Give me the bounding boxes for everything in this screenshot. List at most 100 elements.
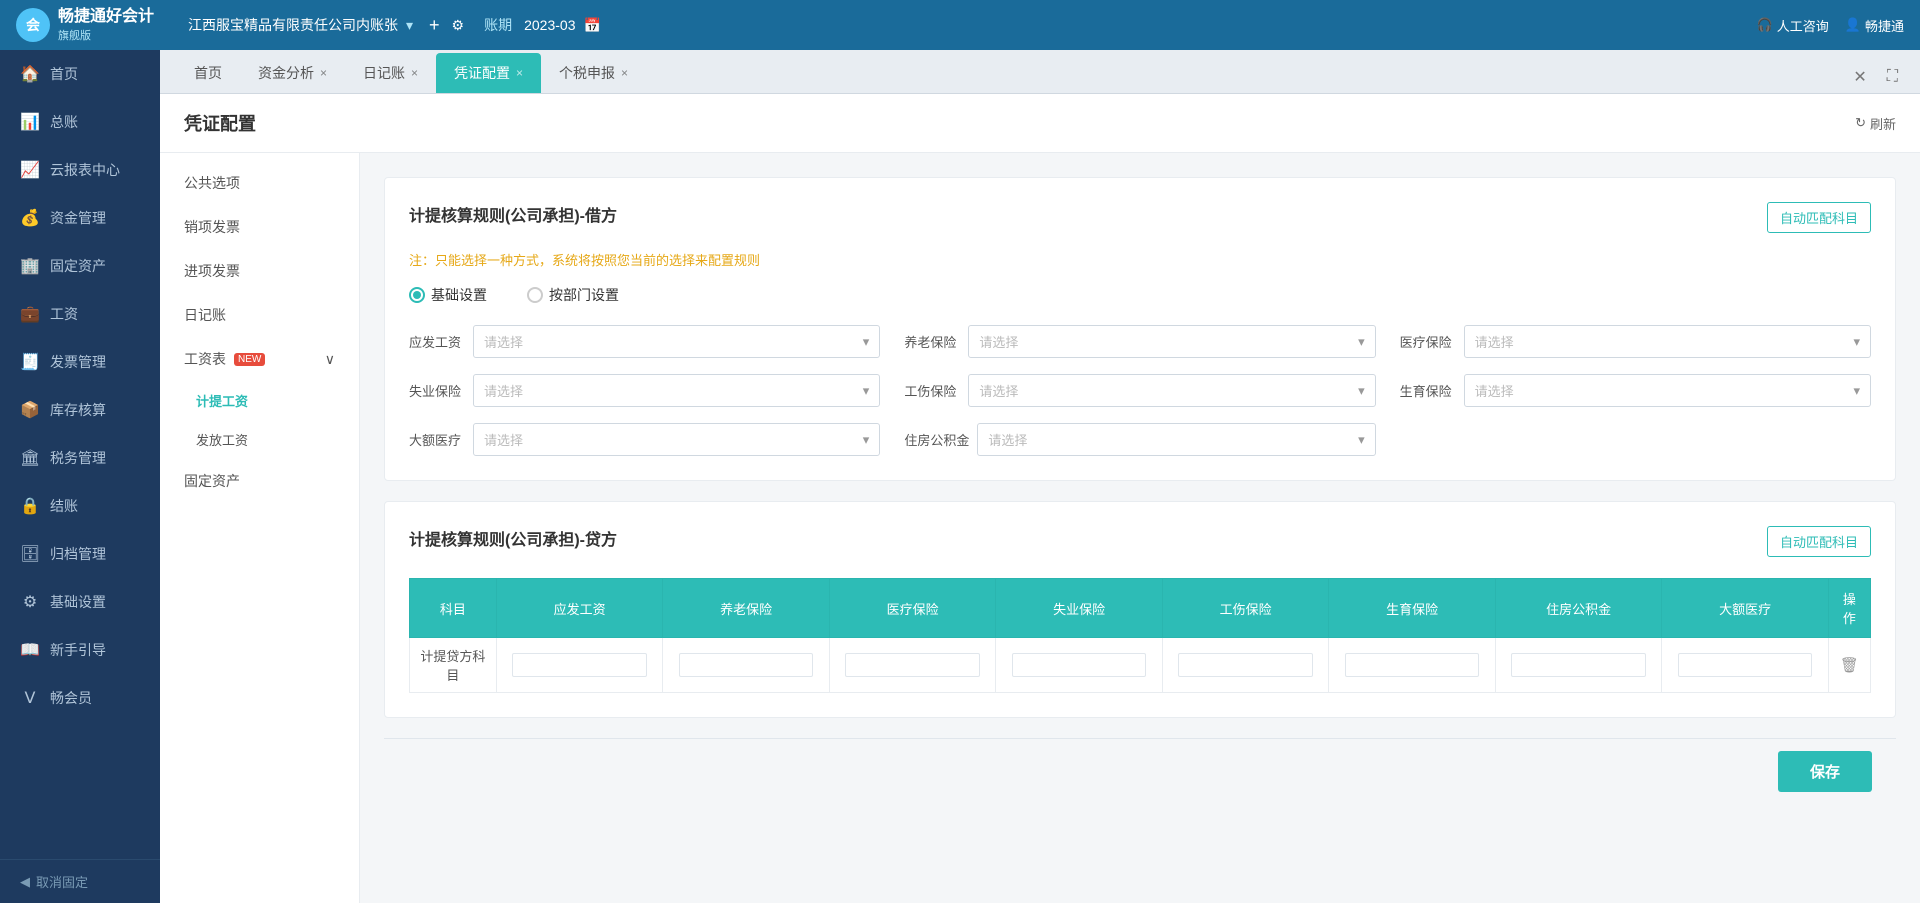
guide-icon: 📖 — [20, 640, 40, 660]
user-avatar[interactable]: 👤 畅捷通 — [1845, 16, 1904, 35]
radio-basic[interactable]: 基础设置 — [409, 285, 487, 305]
sidebar-item-payroll[interactable]: 💼 工资 — [0, 290, 160, 338]
left-nav-purchase-label: 进项发票 — [184, 261, 240, 281]
cell-pension[interactable] — [663, 638, 830, 693]
tab-tax[interactable]: 个税申报 × — [541, 53, 646, 93]
col-housing: 住房公积金 — [1495, 579, 1662, 638]
form-select-housing[interactable]: 请选择 ▾ — [977, 423, 1375, 456]
expand-window-btn[interactable]: ⛶ — [1881, 66, 1904, 88]
cell-workinjury[interactable] — [1162, 638, 1329, 693]
company-dropdown-arrow[interactable]: ▾ — [406, 17, 413, 34]
app-name: 畅捷通好会计 — [58, 7, 154, 26]
input-bigmedical[interactable] — [1678, 653, 1813, 677]
sidebar-item-vip[interactable]: Ⅴ 畅会员 — [0, 674, 160, 722]
consult-btn[interactable]: 🎧 人工咨询 — [1757, 16, 1829, 35]
sidebar-item-invoice[interactable]: 🧾 发票管理 — [0, 338, 160, 386]
form-select-unemployment[interactable]: 请选择 ▾ — [473, 374, 880, 407]
tab-voucher[interactable]: 凭证配置 × — [436, 53, 541, 93]
form-item-unemployment: 失业保险 请选择 ▾ — [409, 374, 880, 407]
page-title: 凭证配置 — [184, 110, 256, 136]
left-nav-sales[interactable]: 销项发票 — [160, 205, 359, 249]
left-nav-payroll-calc[interactable]: 计提工资 — [160, 381, 359, 420]
input-housing[interactable] — [1511, 653, 1646, 677]
radio-dept[interactable]: 按部门设置 — [527, 285, 619, 305]
sidebar-item-label: 税务管理 — [50, 448, 106, 468]
sidebar-item-ledger[interactable]: 📊 总账 — [0, 98, 160, 146]
credit-auto-match-btn[interactable]: 自动匹配科目 — [1767, 526, 1871, 557]
form-select-maternity[interactable]: 请选择 ▾ — [1464, 374, 1871, 407]
cell-housing[interactable] — [1495, 638, 1662, 693]
left-nav-purchase[interactable]: 进项发票 — [160, 249, 359, 293]
calendar-icon[interactable]: 📅 — [584, 17, 601, 34]
cell-medical[interactable] — [829, 638, 996, 693]
input-workinjury[interactable] — [1178, 653, 1313, 677]
tab-home[interactable]: 首页 — [176, 53, 240, 93]
settings-icon[interactable]: ⚙ — [452, 17, 465, 34]
tab-voucher-close[interactable]: × — [516, 66, 523, 80]
unpin-icon: ◀ — [20, 874, 30, 890]
left-nav-fixed-asset[interactable]: 固定资产 — [160, 459, 359, 503]
tab-finance[interactable]: 资金分析 × — [240, 53, 345, 93]
tab-home-label: 首页 — [194, 63, 222, 83]
sidebar-item-label: 畅会员 — [50, 688, 92, 708]
refresh-btn[interactable]: ↻ 刷新 — [1855, 114, 1896, 133]
input-medical[interactable] — [845, 653, 980, 677]
row-label: 计提贷方科目 — [410, 638, 497, 693]
save-btn[interactable]: 保存 — [1778, 751, 1872, 792]
sidebar-item-guide[interactable]: 📖 新手引导 — [0, 626, 160, 674]
inner-layout: 公共选项 销项发票 进项发票 日记账 工资表 NEW ∨ — [160, 153, 1920, 903]
sidebar-item-fund[interactable]: 💰 资金管理 — [0, 194, 160, 242]
cell-maternity[interactable] — [1329, 638, 1496, 693]
sidebar-item-asset[interactable]: 🏢 固定资产 — [0, 242, 160, 290]
sidebar-item-home[interactable]: 🏠 首页 — [0, 50, 160, 98]
left-nav-payroll-issue-label: 发放工资 — [196, 433, 248, 448]
left-nav-journal[interactable]: 日记账 — [160, 293, 359, 337]
table-header-row: 科目 应发工资 养老保险 医疗保险 失业保险 工伤保险 生育保险 住房公积金 大… — [410, 579, 1871, 638]
debit-auto-match-btn[interactable]: 自动匹配科目 — [1767, 202, 1871, 233]
input-unemployment[interactable] — [1012, 653, 1147, 677]
form-select-bigmedical[interactable]: 请选择 ▾ — [473, 423, 880, 456]
left-nav-public[interactable]: 公共选项 — [160, 161, 359, 205]
tab-journal[interactable]: 日记账 × — [345, 53, 436, 93]
sidebar-item-tax[interactable]: 🏛 税务管理 — [0, 434, 160, 482]
sidebar-item-label: 首页 — [50, 64, 78, 84]
home-icon: 🏠 — [20, 64, 40, 84]
cell-unemployment[interactable] — [996, 638, 1163, 693]
input-pension[interactable] — [679, 653, 814, 677]
credit-section: 自动匹配科目 计提核算规则(公司承担)-贷方 科目 应发工资 养老保险 医疗保险… — [384, 501, 1896, 718]
add-book-btn[interactable]: + — [429, 15, 440, 36]
sidebar-item-label: 云报表中心 — [50, 160, 120, 180]
left-nav-payroll-issue[interactable]: 发放工资 — [160, 420, 359, 459]
delete-row-btn[interactable]: 🗑 — [1840, 657, 1859, 674]
sidebar-item-label: 库存核算 — [50, 400, 106, 420]
sidebar-item-report[interactable]: 📈 云报表中心 — [0, 146, 160, 194]
cell-salary[interactable] — [496, 638, 663, 693]
sidebar-item-close[interactable]: 🔒 结账 — [0, 482, 160, 530]
tab-finance-close[interactable]: × — [320, 66, 327, 80]
form-select-salary[interactable]: 请选择 ▾ — [473, 325, 880, 358]
cell-action: 🗑 — [1828, 638, 1870, 693]
input-maternity[interactable] — [1345, 653, 1480, 677]
col-maternity: 生育保险 — [1329, 579, 1496, 638]
form-select-workinjury[interactable]: 请选择 ▾ — [968, 374, 1375, 407]
tab-tax-close[interactable]: × — [621, 66, 628, 80]
left-nav-payroll-table[interactable]: 工资表 NEW ∨ — [160, 337, 359, 381]
sidebar-item-inventory[interactable]: 📦 库存核算 — [0, 386, 160, 434]
sidebar-item-archive[interactable]: 🗄 归档管理 — [0, 530, 160, 578]
close-period-icon: 🔒 — [20, 496, 40, 516]
form-select-medical[interactable]: 请选择 ▾ — [1464, 325, 1871, 358]
sidebar-item-label: 总账 — [50, 112, 78, 132]
left-nav-fixed-asset-label: 固定资产 — [184, 471, 240, 491]
company-selector[interactable]: 江西服宝精品有限责任公司内账张 ▾ + ⚙ 账期 2023-03 📅 — [188, 15, 1745, 36]
sidebar: 🏠 首页 📊 总账 📈 云报表中心 💰 资金管理 🏢 固定资产 💼 工资 🧾 发… — [0, 50, 160, 903]
sidebar-item-label: 发票管理 — [50, 352, 106, 372]
asset-icon: 🏢 — [20, 256, 40, 276]
sidebar-item-settings[interactable]: ⚙ 基础设置 — [0, 578, 160, 626]
cell-bigmedical[interactable] — [1662, 638, 1829, 693]
col-workinjury: 工伤保险 — [1162, 579, 1329, 638]
form-select-pension[interactable]: 请选择 ▾ — [968, 325, 1375, 358]
close-window-btn[interactable]: ✕ — [1847, 65, 1872, 89]
tab-journal-close[interactable]: × — [411, 66, 418, 80]
unpin-btn[interactable]: ◀ 取消固定 — [0, 859, 160, 903]
input-salary[interactable] — [512, 653, 647, 677]
